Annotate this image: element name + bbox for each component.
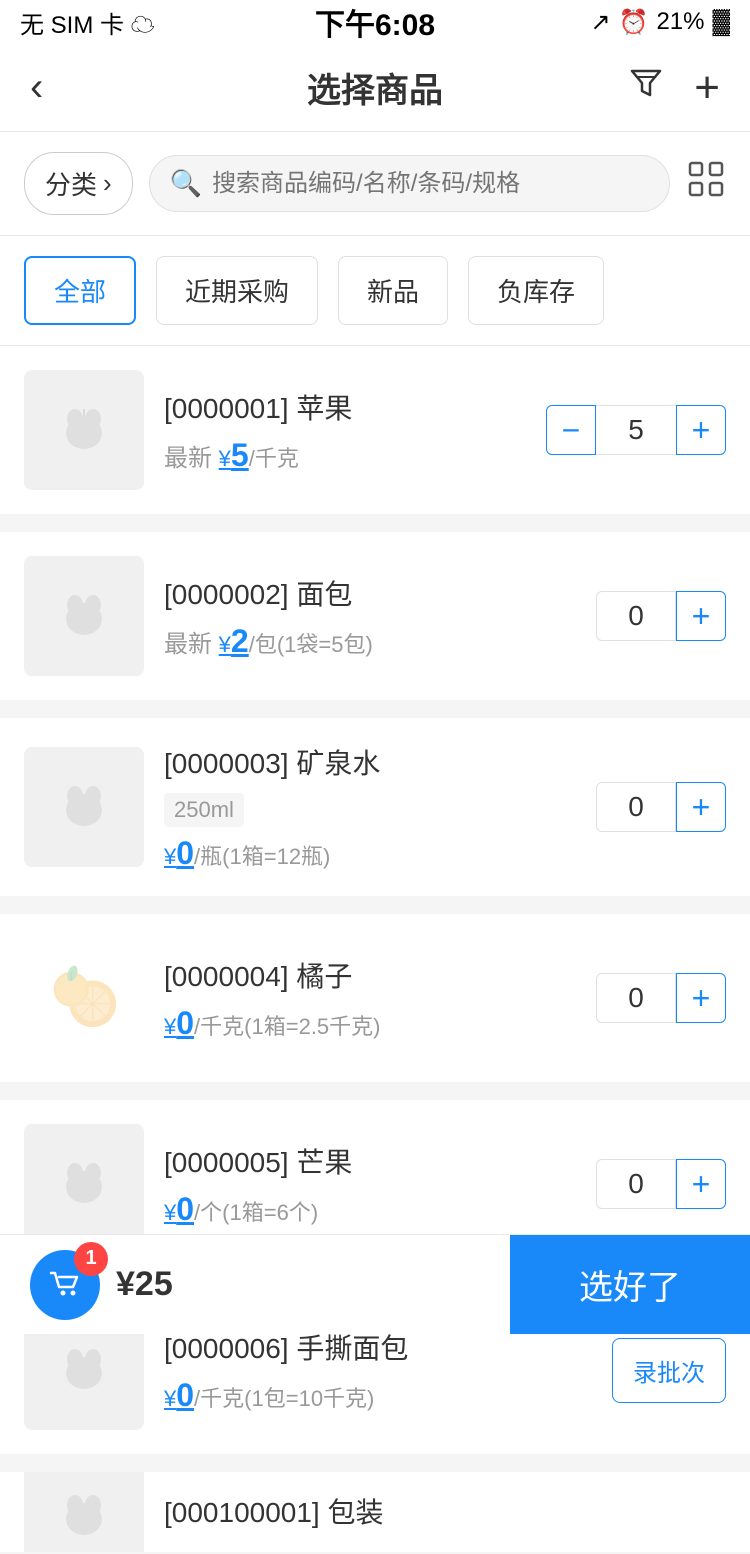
- qty-plus-button[interactable]: +: [676, 782, 726, 832]
- add-icon[interactable]: +: [694, 63, 720, 113]
- back-button[interactable]: ‹: [30, 65, 43, 110]
- product-price: ¥0/千克(1包=10千克): [164, 1377, 592, 1414]
- product-info: [000100001] 包装: [164, 1491, 726, 1541]
- nav-bar: ‹ 选择商品 +: [0, 44, 750, 132]
- category-button[interactable]: 分类 ›: [24, 152, 133, 215]
- product-item: [0000001] 苹果 最新 ¥5/千克 − +: [0, 346, 750, 514]
- product-price: ¥0/个(1箱=6个): [164, 1191, 576, 1228]
- qty-control: +: [596, 591, 726, 641]
- status-bar: 无 SIM 卡 ☁ 下午6:08 ↗ ⏰ 21% ▓: [0, 0, 750, 44]
- product-image: [24, 1472, 144, 1552]
- cart-icon-wrap[interactable]: 1: [30, 1250, 100, 1320]
- qty-plus-button[interactable]: +: [676, 973, 726, 1023]
- product-price: 最新 ¥2/包(1袋=5包): [164, 623, 576, 660]
- product-info: [0000005] 芒果 ¥0/个(1箱=6个): [164, 1141, 576, 1228]
- cart-total: ¥25: [116, 1265, 173, 1304]
- product-name: [000100001] 包装: [164, 1491, 726, 1531]
- battery-icon: ▓: [713, 8, 731, 36]
- qty-input[interactable]: [596, 1159, 676, 1209]
- batch-button[interactable]: 录批次: [612, 1338, 726, 1403]
- product-name: [0000005] 芒果: [164, 1141, 576, 1181]
- product-image: [24, 556, 144, 676]
- product-price: ¥0/瓶(1箱=12瓶): [164, 835, 576, 872]
- bottom-bar: 1 ¥25 选好了: [0, 1234, 750, 1334]
- location-icon: ↗: [590, 8, 610, 37]
- qty-input[interactable]: [596, 973, 676, 1023]
- qty-input[interactable]: [596, 591, 676, 641]
- product-item: [0000003] 矿泉水 250ml ¥0/瓶(1箱=12瓶) +: [0, 718, 750, 896]
- alarm-icon: ⏰: [619, 8, 649, 37]
- qty-control: +: [596, 782, 726, 832]
- tab-recent[interactable]: 近期采购: [156, 256, 318, 325]
- sim-text: 无 SIM 卡 ☁: [20, 5, 155, 40]
- qty-plus-button[interactable]: +: [676, 405, 726, 455]
- product-item: [0000004] 橘子 ¥0/千克(1箱=2.5千克) +: [0, 914, 750, 1082]
- confirm-button[interactable]: 选好了: [510, 1235, 750, 1334]
- product-image: [24, 370, 144, 490]
- product-spec: 250ml: [164, 793, 244, 827]
- search-input[interactable]: [212, 170, 649, 198]
- status-time: 下午6:08: [315, 0, 435, 44]
- search-icon: 🔍: [170, 168, 202, 199]
- product-name: [0000002] 面包: [164, 573, 576, 613]
- tab-all[interactable]: 全部: [24, 256, 136, 325]
- product-name: [0000004] 橘子: [164, 955, 576, 995]
- qty-plus-button[interactable]: +: [676, 1159, 726, 1209]
- product-info: [0000006] 手撕面包 ¥0/千克(1包=10千克): [164, 1327, 592, 1414]
- category-label: 分类: [45, 165, 97, 202]
- qty-control: +: [596, 973, 726, 1023]
- tab-new[interactable]: 新品: [338, 256, 448, 325]
- page-title: 选择商品: [307, 63, 443, 112]
- status-left: 无 SIM 卡 ☁: [20, 5, 155, 40]
- product-item: [000100001] 包装: [0, 1472, 750, 1552]
- product-image: [24, 1124, 144, 1244]
- battery-text: 21%: [656, 8, 704, 36]
- product-name: [0000001] 苹果: [164, 387, 526, 427]
- product-image: [24, 938, 144, 1058]
- product-price: ¥0/千克(1箱=2.5千克): [164, 1005, 576, 1042]
- products-list: [0000001] 苹果 最新 ¥5/千克 − + [0000002] 面包 最…: [0, 346, 750, 1552]
- tab-negative[interactable]: 负库存: [468, 256, 604, 325]
- product-item: [0000002] 面包 最新 ¥2/包(1袋=5包) +: [0, 532, 750, 700]
- product-info: [0000001] 苹果 最新 ¥5/千克: [164, 387, 526, 474]
- category-chevron: ›: [103, 168, 112, 199]
- qty-plus-button[interactable]: +: [676, 591, 726, 641]
- cart-section: 1 ¥25: [0, 1250, 510, 1320]
- status-right: ↗ ⏰ 21% ▓: [590, 8, 730, 37]
- filter-icon[interactable]: [628, 65, 664, 110]
- qty-control: − +: [546, 405, 726, 455]
- product-info: [0000004] 橘子 ¥0/千克(1箱=2.5千克): [164, 955, 576, 1042]
- qty-control: +: [596, 1159, 726, 1209]
- qty-minus-button[interactable]: −: [546, 405, 596, 455]
- tab-bar: 全部 近期采购 新品 负库存: [0, 236, 750, 346]
- product-image: [24, 747, 144, 867]
- qty-input[interactable]: [596, 405, 676, 455]
- cart-badge: 1: [74, 1242, 108, 1276]
- product-name: [0000003] 矿泉水: [164, 742, 576, 782]
- product-price: 最新 ¥5/千克: [164, 437, 526, 474]
- product-info: [0000003] 矿泉水 250ml ¥0/瓶(1箱=12瓶): [164, 742, 576, 872]
- batch-control: 录批次: [612, 1338, 726, 1403]
- search-box: 🔍: [149, 155, 670, 212]
- filter-bar: 分类 › 🔍: [0, 132, 750, 236]
- qty-input[interactable]: [596, 782, 676, 832]
- scan-icon[interactable]: [686, 159, 726, 208]
- product-info: [0000002] 面包 最新 ¥2/包(1袋=5包): [164, 573, 576, 660]
- nav-actions: +: [628, 63, 720, 113]
